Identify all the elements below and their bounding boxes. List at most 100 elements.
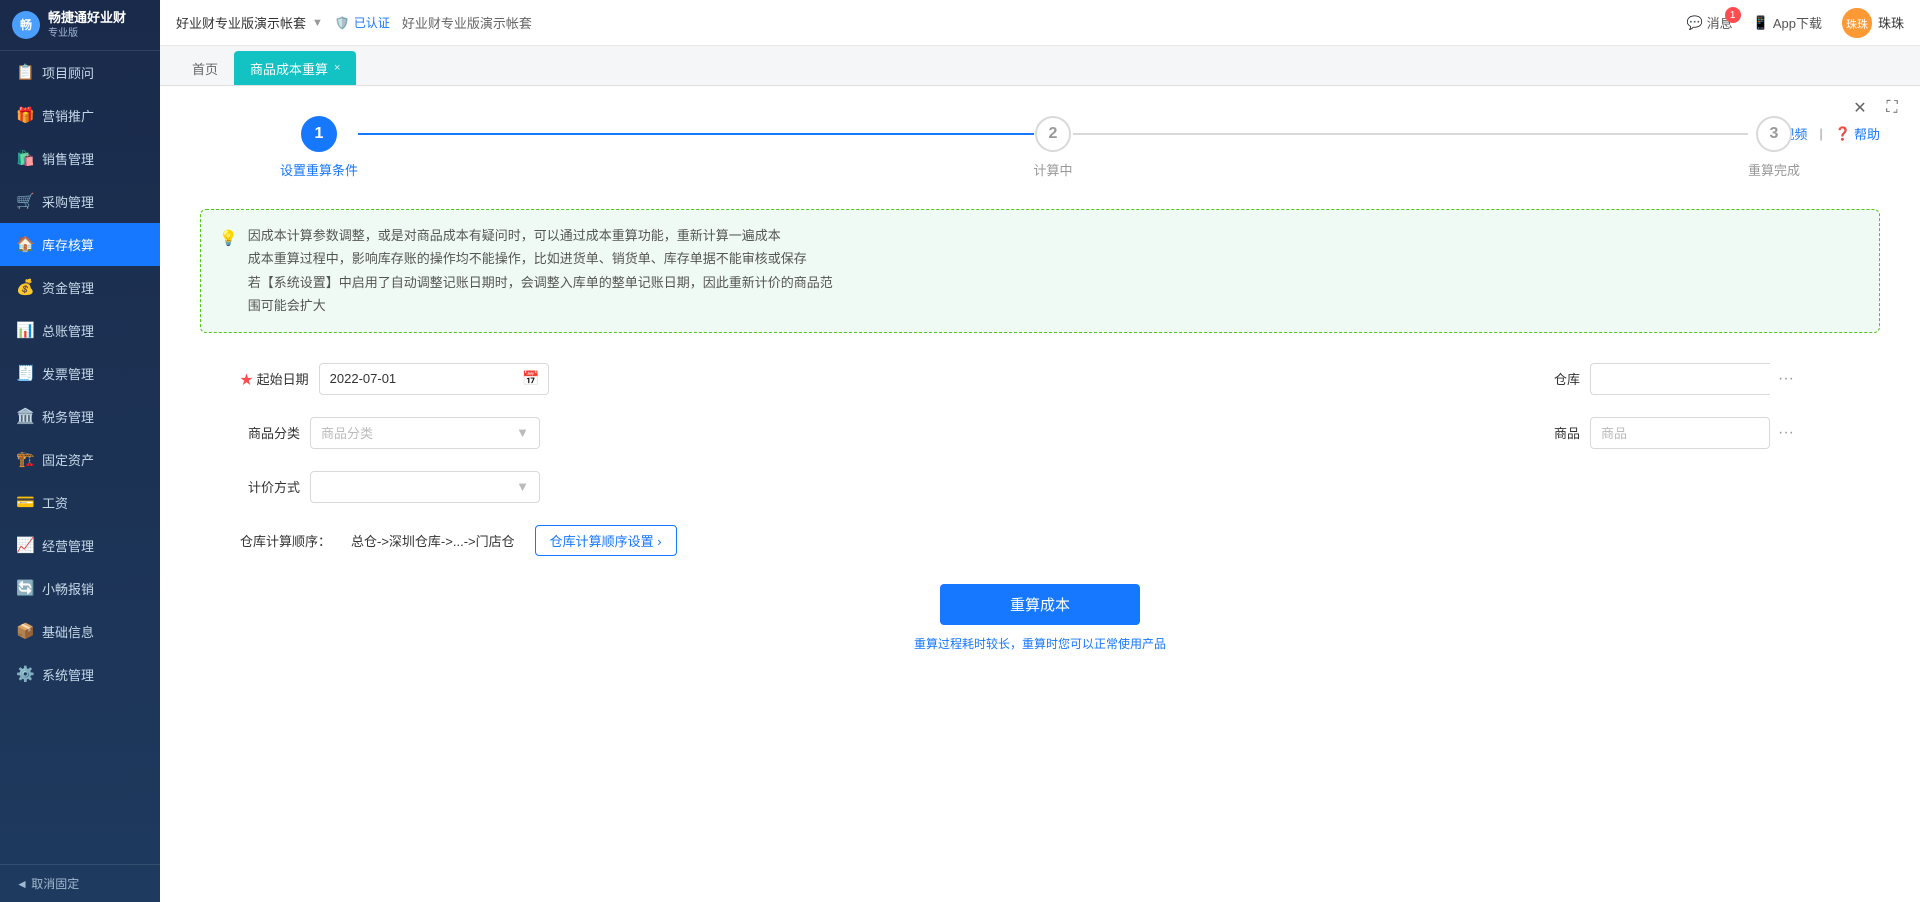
- step-3: 3 重算完成: [1748, 116, 1800, 179]
- start-date-field: ★ 起始日期 📅: [240, 363, 1480, 395]
- sidebar-item-label: 固定资产: [42, 450, 94, 469]
- sidebar: 畅 畅捷通好业财 专业版 📋 项目顾问 🎁 营销推广 🛍️ 销售管理 🛒 采购管…: [0, 0, 160, 902]
- goods-input[interactable]: 商品: [1590, 417, 1770, 449]
- user-menu[interactable]: 珠珠 珠珠: [1842, 8, 1904, 38]
- recalculate-button[interactable]: 重算成本: [940, 584, 1140, 625]
- unpin-label: ◄ 取消固定: [16, 875, 79, 892]
- warehouse-order-value: 总仓->深圳仓库->...->门店仓: [351, 531, 515, 550]
- sidebar-item-payroll[interactable]: 💳 工资: [0, 481, 160, 524]
- sidebar-item-assets[interactable]: 🏗️ 固定资产: [0, 438, 160, 481]
- user-name: 珠珠: [1878, 13, 1904, 32]
- category-dropdown-icon: ▼: [516, 425, 529, 440]
- sidebar-unpin-button[interactable]: ◄ 取消固定: [0, 864, 160, 902]
- sidebar-item-label: 库存核算: [42, 235, 94, 254]
- category-field: 商品分类 商品分类 ▼: [240, 417, 1480, 449]
- sidebar-item-label: 小畅报销: [42, 579, 94, 598]
- step-1-label: 设置重算条件: [280, 160, 358, 179]
- sidebar-item-marketing[interactable]: 🎁 营销推广: [0, 94, 160, 137]
- assets-icon: 🏗️: [16, 450, 34, 468]
- info-line-2: 成本重算过程中，影响库存账的操作均不能操作，比如进货单、销货单、库存单据不能审核…: [248, 247, 833, 270]
- expense-icon: 🔄: [16, 579, 34, 597]
- sidebar-logo: 畅 畅捷通好业财 专业版: [0, 0, 160, 51]
- sidebar-item-operation[interactable]: 📈 经营管理: [0, 524, 160, 567]
- app-title: 畅捷通好业财: [48, 10, 126, 27]
- sidebar-item-label: 总账管理: [42, 321, 94, 340]
- steps-wrapper: 1 设置重算条件 2 计算中 3: [200, 116, 1880, 179]
- app-icon: 畅: [12, 11, 40, 39]
- warehouse-label: 仓库: [1520, 369, 1580, 388]
- pricing-label: 计价方式: [240, 477, 300, 496]
- start-date-text[interactable]: [320, 371, 515, 386]
- pricing-select[interactable]: ▼: [310, 471, 540, 503]
- basic-icon: 📦: [16, 622, 34, 640]
- sidebar-item-basic[interactable]: 📦 基础信息: [0, 610, 160, 653]
- sidebar-item-invoice[interactable]: 🧾 发票管理: [0, 352, 160, 395]
- sidebar-item-tax[interactable]: 🏛️ 税务管理: [0, 395, 160, 438]
- start-date-input[interactable]: 📅: [319, 363, 549, 395]
- operation-icon: 📈: [16, 536, 34, 554]
- message-icon: 💬: [1686, 15, 1702, 31]
- sidebar-item-project[interactable]: 📋 项目顾问: [0, 51, 160, 94]
- warning-icon: 💡: [219, 225, 238, 318]
- warehouse-order-btn-label: 仓库计算顺序设置 ›: [550, 531, 662, 550]
- sales-icon: 🛍️: [16, 149, 34, 167]
- sidebar-item-system[interactable]: ⚙️ 系统管理: [0, 653, 160, 696]
- form-row-1: ★ 起始日期 📅 仓库 ···: [240, 363, 1840, 395]
- step-2: 2 计算中: [1034, 116, 1073, 179]
- invoice-icon: 🧾: [16, 364, 34, 382]
- sidebar-item-label: 经营管理: [42, 536, 94, 555]
- info-box: 💡 因成本计算参数调整，或是对商品成本有疑问时，可以通过成本重算功能，重新计算一…: [200, 209, 1880, 333]
- shield-icon: 🛡️: [335, 16, 350, 30]
- account-selector[interactable]: 好业财专业版演示帐套 ▼: [176, 13, 323, 32]
- sidebar-item-label: 销售管理: [42, 149, 94, 168]
- form-section: ★ 起始日期 📅 仓库 ···: [200, 363, 1880, 556]
- tab-home-label: 首页: [192, 59, 218, 78]
- purchase-icon: 🛒: [16, 192, 34, 210]
- step-line-1: [358, 133, 1033, 135]
- step-1-circle: 1: [301, 116, 337, 152]
- form-row-2: 商品分类 商品分类 ▼ 商品 商品 ···: [240, 417, 1840, 449]
- tax-icon: 🏛️: [16, 407, 34, 425]
- info-line-4: 围可能会扩大: [248, 294, 833, 317]
- verified-label: 已认证: [354, 14, 390, 31]
- content-area: ✕ ⛶ 1 设置重算条件 2: [160, 86, 1920, 902]
- app-download-button[interactable]: 📱 App下载: [1753, 13, 1822, 32]
- warehouse-order-settings-button[interactable]: 仓库计算顺序设置 ›: [535, 525, 677, 556]
- sidebar-item-sales[interactable]: 🛍️ 销售管理: [0, 137, 160, 180]
- sidebar-item-finance[interactable]: 💰 资金管理: [0, 266, 160, 309]
- project-icon: 📋: [16, 63, 34, 81]
- sidebar-item-label: 营销推广: [42, 106, 94, 125]
- app-version: 专业版: [48, 27, 126, 40]
- sidebar-item-label: 采购管理: [42, 192, 94, 211]
- step-line-2: [1073, 133, 1748, 135]
- message-button[interactable]: 💬 消息 1: [1686, 13, 1732, 32]
- verified-badge: 🛡️ 已认证: [335, 14, 390, 31]
- tab-cost-recalc[interactable]: 商品成本重算 ×: [234, 51, 356, 85]
- sidebar-item-accounting[interactable]: 📊 总账管理: [0, 309, 160, 352]
- goods-more-icon[interactable]: ···: [1774, 424, 1798, 442]
- tab-home[interactable]: 首页: [176, 51, 234, 85]
- tab-cost-label: 商品成本重算: [250, 59, 328, 78]
- submit-area: 重算成本 重算过程耗时较长，重算时您可以正常使用产品: [200, 584, 1880, 652]
- calendar-icon[interactable]: 📅: [514, 370, 547, 387]
- sidebar-item-inventory[interactable]: 🏠 库存核算: [0, 223, 160, 266]
- account-name: 好业财专业版演示帐套: [176, 13, 306, 32]
- message-badge: 1: [1725, 7, 1741, 23]
- main-area: 好业财专业版演示帐套 ▼ 🛡️ 已认证 好业财专业版演示帐套 💬 消息 1 📱 …: [160, 0, 1920, 902]
- sidebar-item-label: 基础信息: [42, 622, 94, 641]
- warehouse-more-icon[interactable]: ···: [1774, 370, 1798, 388]
- expand-window-icon[interactable]: ⛶: [1880, 96, 1904, 120]
- sidebar-item-purchase[interactable]: 🛒 采购管理: [0, 180, 160, 223]
- system-icon: ⚙️: [16, 665, 34, 683]
- goods-input-group: 商品 ···: [1590, 417, 1840, 449]
- category-select[interactable]: 商品分类 ▼: [310, 417, 540, 449]
- help-link[interactable]: ❓ 帮助: [1835, 124, 1880, 143]
- sidebar-item-expense[interactable]: 🔄 小畅报销: [0, 567, 160, 610]
- submit-hint: 重算过程耗时较长，重算时您可以正常使用产品: [914, 635, 1166, 652]
- start-date-label: ★ 起始日期: [240, 369, 309, 388]
- warehouse-input[interactable]: [1590, 363, 1770, 395]
- info-line-3: 若【系统设置】中启用了自动调整记账日期时，会调整入库单的整单记账日期，因此重新计…: [248, 271, 833, 294]
- required-star: ★: [240, 372, 253, 387]
- sidebar-item-label: 项目顾问: [42, 63, 94, 82]
- tab-close-icon[interactable]: ×: [334, 62, 340, 74]
